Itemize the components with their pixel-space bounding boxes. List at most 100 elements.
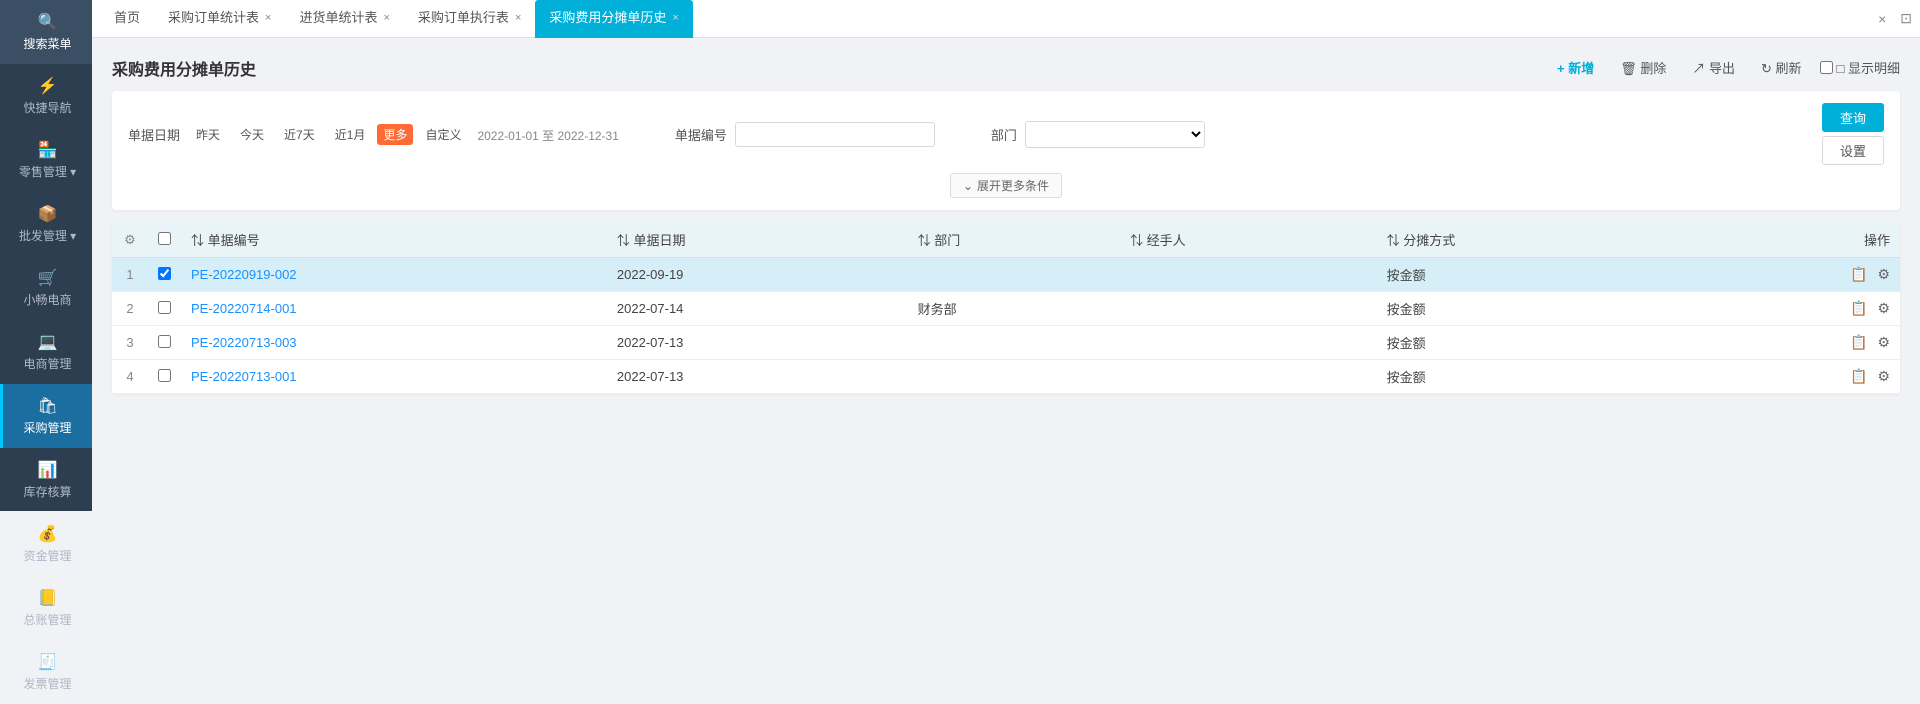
order-no-link[interactable]: PE-20220713-003 xyxy=(191,335,297,350)
row-dept: 财务部 xyxy=(908,292,1120,326)
row-order-no: PE-20220919-002 xyxy=(181,258,607,292)
tab-home[interactable]: 首页 xyxy=(100,0,154,38)
sidebar-item-wholesale[interactable]: 📦批发管理 ▾ xyxy=(0,192,92,256)
action-more-icon[interactable]: ⚙ xyxy=(1877,266,1890,282)
tab-purchase-order-stat[interactable]: 采购订单统计表× xyxy=(154,0,285,38)
table-row: 1 PE-20220919-002 2022-09-19 按金额 📋 ⚙ xyxy=(112,258,1900,292)
date-7days-btn[interactable]: 近7天 xyxy=(276,124,323,145)
delete-button[interactable]: 🗑 删除 xyxy=(1612,54,1674,81)
sidebar-label-ecommerce: 电商管理 xyxy=(7,355,88,372)
table-row: 3 PE-20220713-003 2022-07-13 按金额 📋 ⚙ xyxy=(112,326,1900,360)
row-order-no: PE-20220713-001 xyxy=(181,360,607,394)
row-actions: 📋 ⚙ xyxy=(1677,326,1900,360)
action-edit-icon[interactable]: 📋 xyxy=(1850,300,1867,316)
sidebar-label-search: 搜索菜单 xyxy=(7,35,88,52)
show-detail-input[interactable] xyxy=(1820,61,1833,74)
action-edit-icon[interactable]: 📋 xyxy=(1850,368,1867,384)
date-today-btn[interactable]: 今天 xyxy=(232,124,272,145)
date-range-display: 2022-01-01 至 2022-12-31 xyxy=(477,127,618,144)
sidebar-icon-ecommerce: 💻 xyxy=(7,332,88,352)
row-checkbox[interactable] xyxy=(158,369,171,382)
tabs-bar: 首页采购订单统计表×进货单统计表×采购订单执行表×采购费用分摊单历史× × ⊡ xyxy=(92,0,1920,38)
sidebar-icon-ledger: 📒 xyxy=(7,588,88,608)
row-num: 2 xyxy=(112,292,148,326)
refresh-button[interactable]: ↻ 刷新 xyxy=(1753,54,1810,81)
row-split-method: 按金额 xyxy=(1377,258,1678,292)
action-more-icon[interactable]: ⚙ xyxy=(1877,334,1890,350)
col-date[interactable]: ⇅ 单据日期 xyxy=(607,222,908,258)
sidebar-label-wholesale: 批发管理 ▾ xyxy=(7,227,88,244)
tab-label-purchase-order-stat: 采购订单统计表 xyxy=(168,0,259,37)
col-dept[interactable]: ⇅ 部门 xyxy=(908,222,1120,258)
data-table-wrapper: ⚙ ⇅ 单据编号 ⇅ 单据日期 ⇅ 部门 ⇅ 经手人 ⇅ 分摊方式 操作 1 xyxy=(112,222,1900,394)
date-1month-btn[interactable]: 近1月 xyxy=(327,124,374,145)
sidebar-icon-invoice: 🧾 xyxy=(7,652,88,672)
col-handler[interactable]: ⇅ 经手人 xyxy=(1120,222,1377,258)
tab-close-purchase-fee[interactable]: × xyxy=(672,0,678,37)
tab-purchase-order-exec[interactable]: 采购订单执行表× xyxy=(404,0,535,38)
action-more-icon[interactable]: ⚙ xyxy=(1877,300,1890,316)
sidebar-item-mini[interactable]: 🛒小畅电商 xyxy=(0,256,92,320)
row-num: 1 xyxy=(112,258,148,292)
expand-row: ⌄ 展开更多条件 xyxy=(128,173,1884,198)
settings-button[interactable]: 设置 xyxy=(1822,136,1884,165)
sidebar-item-purchase[interactable]: 🛍采购管理 xyxy=(0,384,92,448)
row-split-method: 按金额 xyxy=(1377,292,1678,326)
tab-close-incoming-stat[interactable]: × xyxy=(383,0,389,37)
sidebar-item-ledger[interactable]: 📒 总账管理 xyxy=(0,576,92,640)
show-detail-checkbox[interactable]: □ 显示明细 xyxy=(1820,58,1900,77)
sidebar-item-search[interactable]: 🔍搜索菜单 xyxy=(0,0,92,64)
date-more-btn[interactable]: 更多 xyxy=(377,124,413,145)
row-handler xyxy=(1120,360,1377,394)
sidebar-item-invoice[interactable]: 🧾发票管理 xyxy=(0,640,92,704)
order-no-link[interactable]: PE-20220713-001 xyxy=(191,369,297,384)
action-edit-icon[interactable]: 📋 xyxy=(1850,334,1867,350)
order-no-input[interactable] xyxy=(735,122,935,147)
row-split-method: 按金额 xyxy=(1377,360,1678,394)
row-checkbox-cell xyxy=(148,326,181,360)
sidebar-label-retail: 零售管理 ▾ xyxy=(7,163,88,180)
tab-label-purchase-fee: 采购费用分摊单历史 xyxy=(549,0,666,37)
col-order-no[interactable]: ⇅ 单据编号 xyxy=(181,222,607,258)
tab-purchase-fee[interactable]: 采购费用分摊单历史× xyxy=(535,0,692,38)
export-button[interactable]: ↗ 导出 xyxy=(1684,54,1743,81)
row-checkbox[interactable] xyxy=(158,335,171,348)
window-maximize-btn[interactable]: ⊡ xyxy=(1900,10,1912,27)
sidebar-item-finance[interactable]: 💰资金管理 xyxy=(0,512,92,576)
select-all-checkbox[interactable] xyxy=(158,232,171,245)
tab-incoming-stat[interactable]: 进货单统计表× xyxy=(285,0,403,38)
row-checkbox[interactable] xyxy=(158,301,171,314)
toolbar: + 新增 🗑 删除 ↗ 导出 ↻ 刷新 □ 显示明细 xyxy=(1549,54,1900,81)
sidebar-item-ecommerce[interactable]: 💻 电商管理 xyxy=(0,320,92,384)
action-edit-icon[interactable]: 📋 xyxy=(1850,266,1867,282)
sidebar-label-purchase: 采购管理 xyxy=(7,419,88,436)
sidebar-icon-finance: 💰 xyxy=(7,524,88,544)
tab-close-purchase-order-exec[interactable]: × xyxy=(515,0,521,37)
sidebar-icon-inventory: 📊 xyxy=(7,460,88,480)
sidebar-label-ledger: 总账管理 xyxy=(7,611,88,628)
row-checkbox[interactable] xyxy=(158,267,171,280)
sidebar-item-inventory[interactable]: 📊库存核算 xyxy=(0,448,92,512)
action-more-icon[interactable]: ⚙ xyxy=(1877,368,1890,384)
sidebar-item-shortcut[interactable]: ⚡快捷导航 xyxy=(0,64,92,128)
row-split-method: 按金额 xyxy=(1377,326,1678,360)
row-dept xyxy=(908,326,1120,360)
window-close-btn[interactable]: × xyxy=(1878,11,1886,27)
date-yesterday-btn[interactable]: 昨天 xyxy=(188,124,228,145)
col-split-method[interactable]: ⇅ 分摊方式 xyxy=(1377,222,1678,258)
add-button[interactable]: + 新增 xyxy=(1549,54,1602,81)
row-handler xyxy=(1120,292,1377,326)
sidebar-item-retail[interactable]: 🏪零售管理 ▾ xyxy=(0,128,92,192)
date-custom-btn[interactable]: 自定义 xyxy=(417,124,469,145)
query-button[interactable]: 查询 xyxy=(1822,103,1884,132)
tab-close-purchase-order-stat[interactable]: × xyxy=(265,0,271,37)
dept-select[interactable] xyxy=(1025,121,1205,148)
date-filter-group: 单据日期 昨天 今天 近7天 近1月 更多 自定义 2022-01-01 至 2… xyxy=(128,124,619,145)
main-area: 首页采购订单统计表×进货单统计表×采购订单执行表×采购费用分摊单历史× × ⊡ … xyxy=(92,0,1920,511)
col-settings[interactable]: ⚙ xyxy=(112,222,148,258)
order-no-link[interactable]: PE-20220919-002 xyxy=(191,267,297,282)
table-header: ⚙ ⇅ 单据编号 ⇅ 单据日期 ⇅ 部门 ⇅ 经手人 ⇅ 分摊方式 操作 xyxy=(112,222,1900,258)
order-no-link[interactable]: PE-20220714-001 xyxy=(191,301,297,316)
row-checkbox-cell xyxy=(148,258,181,292)
expand-more-btn[interactable]: ⌄ 展开更多条件 xyxy=(950,173,1062,198)
